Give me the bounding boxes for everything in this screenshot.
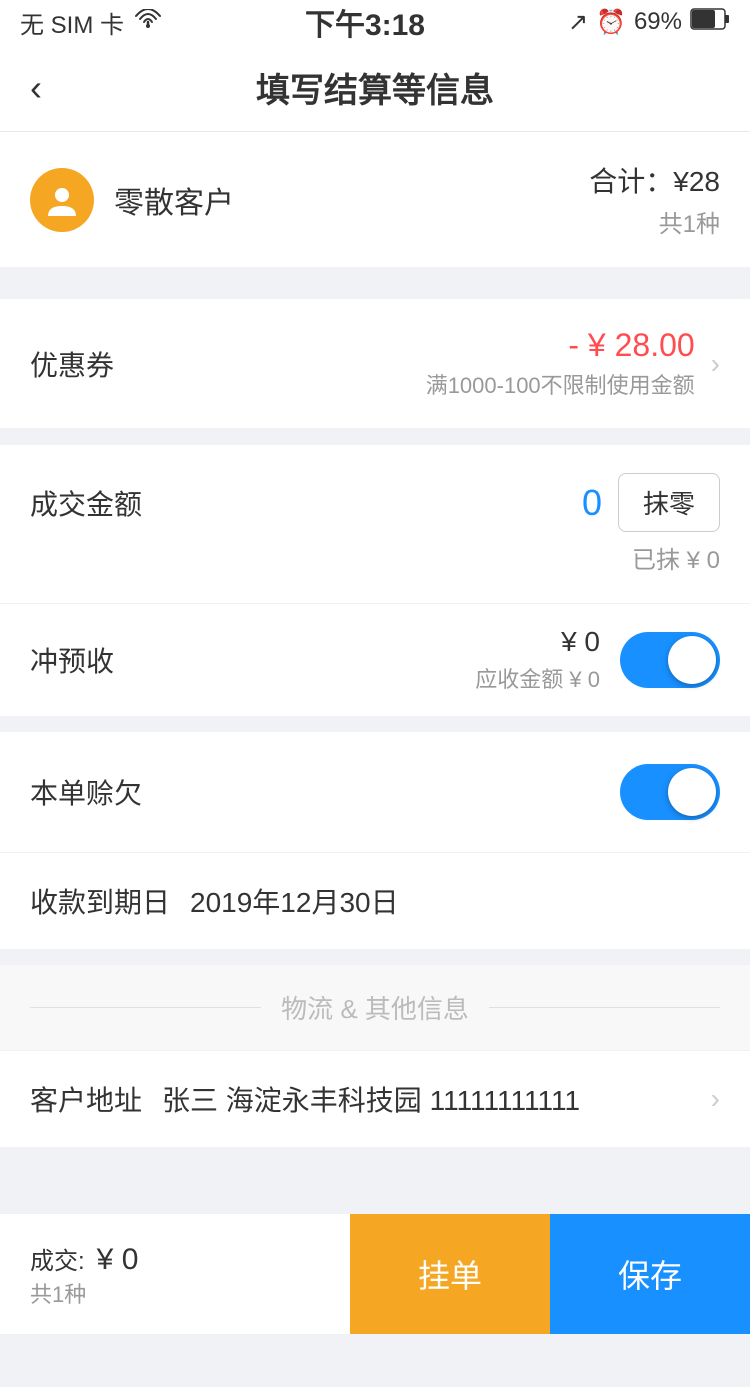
status-time: 下午3:18 (305, 0, 425, 44)
advance-sub: 应收金额 ¥ 0 (475, 662, 600, 694)
bottom-bar: 成交: ¥ 0 共1种 挂单 保存 (0, 1214, 750, 1334)
main-content: 零散客户 合计：¥28 共1种 优惠券 - ¥ 28.00 满1000-100不… (0, 132, 750, 1387)
divider-1 (0, 283, 750, 299)
address-chevron-icon: › (711, 1083, 720, 1115)
divider-4 (0, 949, 750, 965)
chevron-right-icon: › (711, 348, 720, 380)
logistics-header: 物流 & 其他信息 (0, 965, 750, 1050)
divider-3 (0, 716, 750, 732)
page-title: 填写结算等信息 (256, 63, 494, 112)
transaction-section: 成交金额 0 抹零 已抹 ¥ 0 (0, 445, 750, 603)
status-right: ↗ ⏰ 69% (568, 8, 730, 37)
battery-icon (690, 8, 730, 37)
coupon-desc: 满1000-100不限制使用金额 (426, 368, 695, 400)
logistics-title: 物流 & 其他信息 (281, 989, 469, 1026)
amount-row: 成交金额 0 抹零 (0, 445, 750, 532)
customer-name: 零散客户 (114, 178, 234, 222)
divider-2 (0, 429, 750, 445)
advance-row: 冲预收 ¥ 0 应收金额 ¥ 0 (0, 603, 750, 716)
status-bar: 无 SIM 卡 下午3:18 ↗ ⏰ 69% (0, 0, 750, 44)
location-icon: ↗ (568, 8, 588, 37)
amount-sub: 已抹 ¥ 0 (0, 532, 750, 603)
coupon-value-col: - ¥ 28.00 满1000-100不限制使用金额 (426, 327, 695, 400)
advance-right: ¥ 0 应收金额 ¥ 0 (475, 626, 720, 694)
transaction-label: 成交金额 (30, 483, 142, 523)
address-row[interactable]: 客户地址 张三 海淀永丰科技园 11111111111 › (0, 1050, 750, 1147)
round-button[interactable]: 抹零 (618, 473, 720, 532)
bottom-info: 成交: ¥ 0 共1种 (0, 1239, 350, 1309)
coupon-right: - ¥ 28.00 满1000-100不限制使用金额 › (426, 327, 720, 400)
sim-indicator: 无 SIM 卡 (20, 5, 124, 40)
alarm-icon: ⏰ (596, 8, 626, 37)
advance-toggle[interactable] (620, 632, 720, 688)
logistics-line-left (30, 1007, 261, 1008)
due-date-value: 2019年12月30日 (190, 881, 399, 921)
customer-info: 零散客户 (30, 168, 234, 232)
logistics-line-right (489, 1007, 720, 1008)
advance-label: 冲预收 (30, 640, 114, 680)
back-button[interactable]: ‹ (30, 67, 42, 109)
amount-sub-text: 已抹 ¥ 0 (632, 540, 720, 575)
address-value: 张三 海淀永丰科技园 11111111111 (162, 1079, 711, 1119)
debt-row: 本单赊欠 (0, 732, 750, 852)
advance-values: ¥ 0 应收金额 ¥ 0 (475, 626, 600, 694)
debt-toggle-knob (668, 768, 716, 816)
debt-toggle[interactable] (620, 764, 720, 820)
coupon-row[interactable]: 优惠券 - ¥ 28.00 满1000-100不限制使用金额 › (0, 299, 750, 429)
customer-row: 零散客户 合计：¥28 共1种 (0, 132, 750, 267)
advance-amount: ¥ 0 (475, 626, 600, 658)
battery-percent: 69% (634, 8, 682, 36)
coupon-discount: - ¥ 28.00 (426, 327, 695, 364)
address-label: 客户地址 (30, 1079, 142, 1119)
customer-total: 合计：¥28 (589, 160, 720, 200)
hold-button[interactable]: 挂单 (350, 1214, 550, 1334)
transaction-right: 0 抹零 (582, 473, 720, 532)
bottom-transaction-label: 成交: (30, 1241, 85, 1276)
coupon-label: 优惠券 (30, 344, 114, 384)
nav-bar: ‹ 填写结算等信息 (0, 44, 750, 132)
customer-total-info: 合计：¥28 共1种 (589, 160, 720, 239)
bottom-transaction-amount: ¥ 0 (97, 1243, 139, 1277)
due-date-label: 收款到期日 (30, 881, 170, 921)
wifi-icon (134, 8, 162, 36)
transaction-value: 0 (582, 482, 602, 524)
toggle-knob (668, 636, 716, 684)
status-left: 无 SIM 卡 (20, 5, 162, 40)
save-button[interactable]: 保存 (550, 1214, 750, 1334)
due-date-row: 收款到期日 2019年12月30日 (0, 852, 750, 949)
avatar (30, 168, 94, 232)
debt-label: 本单赊欠 (30, 772, 142, 812)
customer-count: 共1种 (589, 204, 720, 239)
bottom-count: 共1种 (30, 1277, 320, 1309)
